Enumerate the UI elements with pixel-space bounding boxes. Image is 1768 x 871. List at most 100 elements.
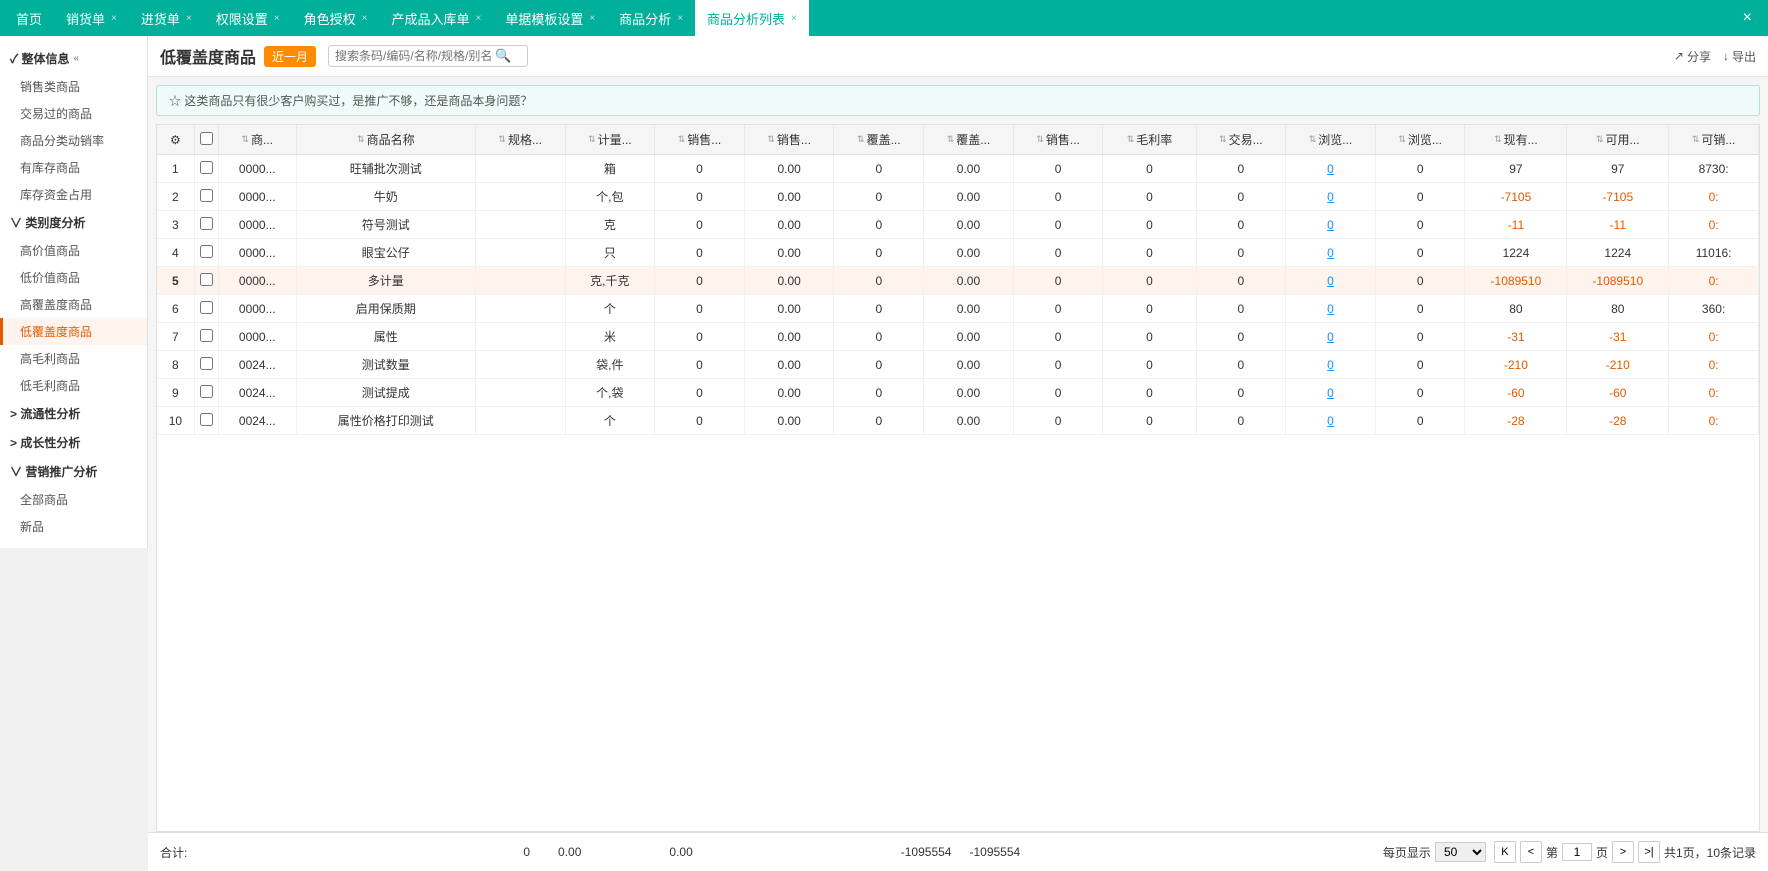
sidebar-item-stock-funds[interactable]: 库存资金占用: [0, 181, 147, 208]
nav-home[interactable]: 首页: [4, 0, 54, 36]
row-unit: 个: [565, 407, 655, 435]
per-page-select[interactable]: 50 100 200: [1435, 842, 1486, 862]
row-no: 7: [157, 323, 194, 351]
row-s2: 0.00: [744, 295, 834, 323]
nav-permissions-close[interactable]: ×: [274, 13, 280, 24]
row-margin: 0: [1103, 155, 1196, 183]
sidebar-item-low-value[interactable]: 低价值商品: [0, 264, 147, 291]
nav-purchase-close[interactable]: ×: [186, 13, 192, 24]
row-b1[interactable]: 0: [1286, 239, 1376, 267]
row-checkbox[interactable]: [194, 323, 218, 351]
row-b2: 0: [1375, 295, 1465, 323]
sidebar-item-low-coverage[interactable]: 低覆盖度商品: [0, 318, 147, 345]
th-settings[interactable]: ⚙: [157, 125, 194, 155]
page-label: 第: [1546, 844, 1558, 861]
nav-template[interactable]: 单据模板设置 ×: [493, 0, 607, 36]
last-page-button[interactable]: >|: [1638, 841, 1660, 863]
row-name: 测试数量: [296, 351, 475, 379]
sidebar-section-liquidity[interactable]: > 流通性分析: [0, 399, 147, 428]
row-checkbox[interactable]: [194, 295, 218, 323]
time-filter-button[interactable]: 近一月: [264, 46, 316, 67]
row-checkbox[interactable]: [194, 155, 218, 183]
row-s2: 0.00: [744, 379, 834, 407]
sidebar-item-new-goods[interactable]: 新品: [0, 513, 147, 540]
row-c2: 0.00: [924, 183, 1014, 211]
row-checkbox[interactable]: [194, 379, 218, 407]
row-checkbox[interactable]: [194, 211, 218, 239]
nav-goods-analysis-close[interactable]: ×: [677, 13, 683, 24]
sidebar-section-category[interactable]: ∨ 类别度分析: [0, 208, 147, 237]
row-checkbox[interactable]: [194, 239, 218, 267]
row-b1[interactable]: 0: [1286, 155, 1376, 183]
search-input[interactable]: [335, 49, 495, 63]
row-margin: 0: [1103, 295, 1196, 323]
sidebar-section-overall[interactable]: ✓ 整体信息 «: [0, 44, 147, 73]
row-name: 旺辅批次测试: [296, 155, 475, 183]
row-b1[interactable]: 0: [1286, 295, 1376, 323]
row-checkbox[interactable]: [194, 267, 218, 295]
row-trade: 0: [1196, 211, 1286, 239]
row-c1: 0: [834, 295, 924, 323]
sidebar-item-high-margin[interactable]: 高毛利商品: [0, 345, 147, 372]
export-button[interactable]: ↓ 导出: [1723, 48, 1756, 65]
th-trade: ⇅交易...: [1196, 125, 1286, 155]
row-code: 0000...: [218, 267, 296, 295]
sidebar-item-low-margin[interactable]: 低毛利商品: [0, 372, 147, 399]
nav-template-close[interactable]: ×: [589, 13, 595, 24]
nav-production[interactable]: 产成品入库单 ×: [379, 0, 493, 36]
nav-roles[interactable]: 角色授权 ×: [292, 0, 380, 36]
sidebar-item-all-goods[interactable]: 全部商品: [0, 486, 147, 513]
th-cover1: ⇅覆盖...: [834, 125, 924, 155]
first-page-button[interactable]: K: [1494, 841, 1516, 863]
row-sellable: 11016:: [1669, 239, 1759, 267]
row-b1[interactable]: 0: [1286, 267, 1376, 295]
prev-page-button[interactable]: <: [1520, 841, 1542, 863]
share-button[interactable]: ↗ 分享: [1674, 48, 1711, 65]
nav-sales[interactable]: 销货单 ×: [54, 0, 129, 36]
window-close-button[interactable]: ×: [1731, 9, 1764, 27]
nav-sales-close[interactable]: ×: [111, 13, 117, 24]
row-b1[interactable]: 0: [1286, 351, 1376, 379]
row-checkbox[interactable]: [194, 351, 218, 379]
row-b1[interactable]: 0: [1286, 183, 1376, 211]
row-name: 启用保质期: [296, 295, 475, 323]
row-b1[interactable]: 0: [1286, 379, 1376, 407]
th-checkbox[interactable]: [194, 125, 218, 155]
nav-goods-analysis[interactable]: 商品分析 ×: [607, 0, 695, 36]
sidebar-section-growth[interactable]: > 成长性分析: [0, 428, 147, 457]
select-all-checkbox[interactable]: [200, 132, 213, 145]
sidebar-item-sales-goods[interactable]: 销售类商品: [0, 73, 147, 100]
nav-goods-analysis-list-close[interactable]: ×: [791, 13, 797, 24]
nav-permissions[interactable]: 权限设置 ×: [204, 0, 292, 36]
sidebar-item-in-stock[interactable]: 有库存商品: [0, 154, 147, 181]
search-icon[interactable]: 🔍: [495, 48, 511, 64]
nav-purchase[interactable]: 进货单 ×: [129, 0, 204, 36]
sidebar-item-category-rate[interactable]: 商品分类动销率: [0, 127, 147, 154]
main-layout: ✓ 整体信息 « 销售类商品 交易过的商品 商品分类动销率 有库存商品 库存资金…: [0, 36, 1768, 871]
nav-goods-analysis-list[interactable]: 商品分析列表 ×: [695, 0, 809, 36]
row-code: 0000...: [218, 183, 296, 211]
row-margin: 0: [1103, 351, 1196, 379]
total-info: 共1页，10条记录: [1664, 844, 1756, 861]
row-checkbox[interactable]: [194, 407, 218, 435]
page-unit: 页: [1596, 844, 1608, 861]
row-c1: 0: [834, 211, 924, 239]
row-checkbox[interactable]: [194, 183, 218, 211]
th-browse2: ⇅浏览...: [1375, 125, 1465, 155]
row-spec: [475, 239, 565, 267]
sidebar-item-high-value[interactable]: 高价值商品: [0, 237, 147, 264]
nav-production-close[interactable]: ×: [475, 13, 481, 24]
next-page-button[interactable]: >: [1612, 841, 1634, 863]
row-b1[interactable]: 0: [1286, 407, 1376, 435]
row-trade: 0: [1196, 407, 1286, 435]
sidebar-section-marketing[interactable]: ∨ 营销推广分析: [0, 457, 147, 486]
nav-roles-close[interactable]: ×: [362, 13, 368, 24]
page-number-input[interactable]: [1562, 843, 1592, 861]
row-b1[interactable]: 0: [1286, 211, 1376, 239]
row-b1[interactable]: 0: [1286, 323, 1376, 351]
sidebar-item-high-coverage[interactable]: 高覆盖度商品: [0, 291, 147, 318]
row-no: 1: [157, 155, 194, 183]
row-c2: 0.00: [924, 211, 1014, 239]
sidebar-item-traded-goods[interactable]: 交易过的商品: [0, 100, 147, 127]
row-sellable: 0:: [1669, 323, 1759, 351]
